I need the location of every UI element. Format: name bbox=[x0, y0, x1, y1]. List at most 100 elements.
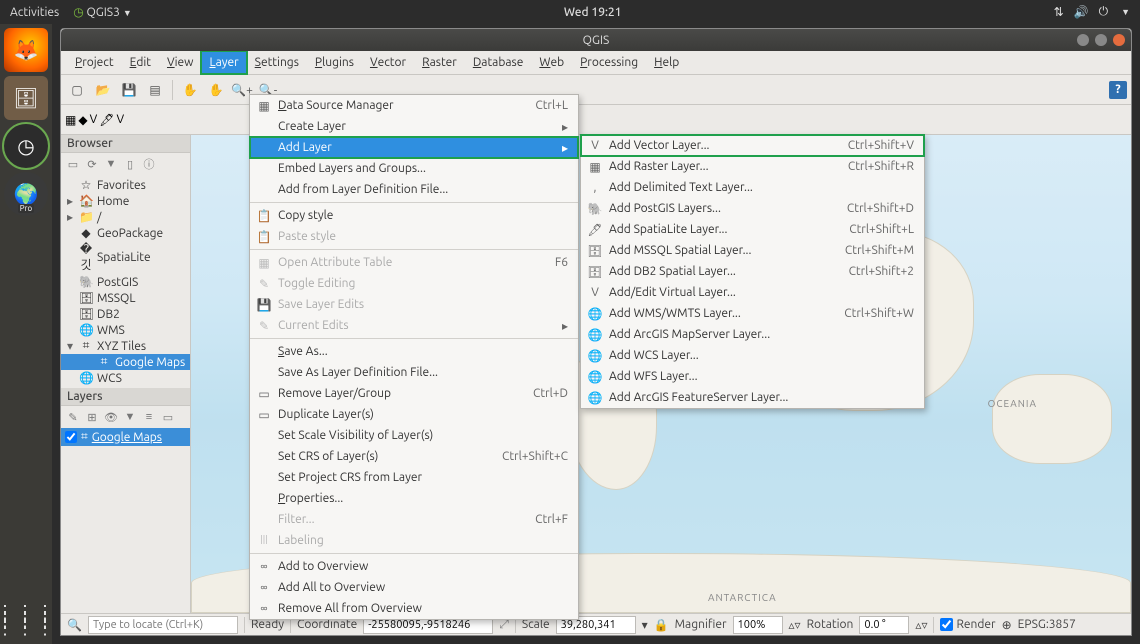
menu-plugins[interactable]: Plugins bbox=[307, 51, 362, 74]
browser-item--[interactable]: ▸📁/ bbox=[61, 209, 190, 225]
menu-database[interactable]: Database bbox=[465, 51, 532, 74]
layers-visibility-icon[interactable]: 👁 bbox=[103, 409, 119, 425]
sound-icon[interactable]: 🔊 bbox=[1074, 5, 1089, 19]
menu-item-add-delimited-text-layer[interactable]: ,Add Delimited Text Layer... bbox=[581, 177, 924, 198]
layers-remove-icon[interactable]: ▭ bbox=[160, 409, 176, 425]
menu-item-save-as-layer-definition-file[interactable]: Save As Layer Definition File... bbox=[250, 362, 578, 383]
lock-icon[interactable]: 🔒 bbox=[654, 618, 669, 632]
menu-view[interactable]: View bbox=[159, 51, 201, 74]
new-print-layout-icon[interactable]: ▤ bbox=[143, 78, 167, 102]
window-maximize[interactable] bbox=[1095, 34, 1107, 46]
menu-item-save-as[interactable]: Save As... bbox=[250, 341, 578, 362]
browser-item-postgis[interactable]: 🐘PostGIS bbox=[61, 274, 190, 290]
menu-item-remove-all-from-overview[interactable]: ∞Remove All from Overview bbox=[250, 598, 578, 619]
menu-web[interactable]: Web bbox=[531, 51, 572, 74]
menu-item-add-postgis-layers[interactable]: 🐘Add PostGIS Layers...Ctrl+Shift+D bbox=[581, 198, 924, 219]
browser-add-icon[interactable]: ▭ bbox=[65, 156, 81, 172]
menu-item-add-edit-virtual-layer[interactable]: VAdd/Edit Virtual Layer... bbox=[581, 282, 924, 303]
menu-vector[interactable]: Vector bbox=[362, 51, 414, 74]
render-checkbox[interactable]: Render bbox=[940, 618, 995, 631]
menu-raster[interactable]: Raster bbox=[414, 51, 465, 74]
menu-item-add-layer[interactable]: Add Layer▸ bbox=[250, 137, 578, 158]
menu-item-add-to-overview[interactable]: ∞Add to Overview bbox=[250, 556, 578, 577]
browser-collapse-icon[interactable]: ▯ bbox=[122, 156, 138, 172]
save-project-icon[interactable]: 💾 bbox=[117, 78, 141, 102]
menu-item-set-project-crs-from-layer[interactable]: Set Project CRS from Layer bbox=[250, 467, 578, 488]
launcher-google-earth[interactable]: 🌍Pro bbox=[4, 172, 48, 216]
browser-item-xyz-tiles[interactable]: ▾⌗XYZ Tiles bbox=[61, 338, 190, 354]
menu-item-set-crs-of-layer-s[interactable]: Set CRS of Layer(s)Ctrl+Shift+C bbox=[250, 446, 578, 467]
menu-item-data-source-manager[interactable]: ▦Data Source ManagerCtrl+L bbox=[250, 95, 578, 116]
menu-item-add-db2-spatial-layer[interactable]: 🗄Add DB2 Spatial Layer...Ctrl+Shift+2 bbox=[581, 261, 924, 282]
browser-item-wcs[interactable]: 🌐WCS bbox=[61, 370, 190, 386]
menu-item-add-spatialite-layer[interactable]: 🖋Add SpatiaLite Layer...Ctrl+Shift+L bbox=[581, 219, 924, 240]
menu-layer[interactable]: Layer bbox=[201, 51, 246, 74]
layers-filter-icon[interactable]: ▼ bbox=[122, 409, 138, 425]
locator-input[interactable] bbox=[88, 616, 238, 634]
menu-project[interactable]: Project bbox=[67, 51, 122, 74]
menu-item-remove-layer-group[interactable]: ▭Remove Layer/GroupCtrl+D bbox=[250, 383, 578, 404]
rotation-value[interactable] bbox=[859, 616, 909, 634]
browser-properties-icon[interactable]: ⓘ bbox=[141, 156, 157, 172]
stepper-icon[interactable]: ▵▿ bbox=[789, 618, 801, 632]
clock[interactable]: Wed 19:21 bbox=[132, 6, 1054, 19]
layers-style-icon[interactable]: ✎ bbox=[65, 409, 81, 425]
magnifier-value[interactable] bbox=[733, 616, 783, 634]
new-shapefile-icon[interactable]: V bbox=[90, 113, 98, 126]
layers-list[interactable]: ⌗Google Maps bbox=[61, 428, 190, 446]
browser-item-favorites[interactable]: ☆Favorites bbox=[61, 177, 190, 193]
menu-help[interactable]: Help bbox=[646, 51, 687, 74]
pan-to-selection-icon[interactable]: ✋ bbox=[204, 78, 228, 102]
menu-settings[interactable]: Settings bbox=[247, 51, 307, 74]
menu-item-add-arcgis-featureserver-layer[interactable]: 🌐Add ArcGIS FeatureServer Layer... bbox=[581, 387, 924, 408]
app-menu[interactable]: ◷ QGIS3▼ bbox=[73, 5, 132, 19]
browser-item-mssql[interactable]: 🗄MSSQL bbox=[61, 290, 190, 306]
new-spatialite-icon[interactable]: 🖋 bbox=[99, 113, 114, 127]
browser-item-google-maps[interactable]: ⌗Google Maps bbox=[61, 354, 190, 370]
data-source-manager-icon[interactable]: ▦ bbox=[65, 113, 76, 127]
menu-item-add-raster-layer[interactable]: ▦Add Raster Layer...Ctrl+Shift+R bbox=[581, 156, 924, 177]
menu-item-create-layer[interactable]: Create Layer▸ bbox=[250, 116, 578, 137]
menu-item-add-arcgis-mapserver-layer[interactable]: 🌐Add ArcGIS MapServer Layer... bbox=[581, 324, 924, 345]
window-minimize[interactable] bbox=[1077, 34, 1089, 46]
launcher-files[interactable]: 🗄 bbox=[4, 76, 48, 120]
layer-item-google-maps[interactable]: ⌗Google Maps bbox=[61, 428, 190, 446]
browser-item-spatialite[interactable]: �깃SpatiaLite bbox=[61, 241, 190, 274]
menu-item-add-from-layer-definition-file[interactable]: Add from Layer Definition File... bbox=[250, 179, 578, 200]
menu-item-add-mssql-spatial-layer[interactable]: 🗄Add MSSQL Spatial Layer...Ctrl+Shift+M bbox=[581, 240, 924, 261]
menu-item-add-all-to-overview[interactable]: ∞Add All to Overview bbox=[250, 577, 578, 598]
layers-add-group-icon[interactable]: ⊞ bbox=[84, 409, 100, 425]
browser-refresh-icon[interactable]: ⟳ bbox=[84, 156, 100, 172]
launcher-firefox[interactable]: 🦊 bbox=[4, 28, 48, 72]
chevron-down-icon[interactable]: ▾ bbox=[642, 618, 648, 632]
menu-processing[interactable]: Processing bbox=[572, 51, 646, 74]
menu-item-set-scale-visibility-of-layer-s[interactable]: Set Scale Visibility of Layer(s) bbox=[250, 425, 578, 446]
menu-item-add-wfs-layer[interactable]: 🌐Add WFS Layer... bbox=[581, 366, 924, 387]
menu-item-add-wcs-layer[interactable]: 🌐Add WCS Layer... bbox=[581, 345, 924, 366]
menu-item-add-wms-wmts-layer[interactable]: 🌐Add WMS/WMTS Layer...Ctrl+Shift+W bbox=[581, 303, 924, 324]
crs-value[interactable]: EPSG:3857 bbox=[1018, 618, 1076, 631]
power-icon[interactable]: ⏻ bbox=[1099, 5, 1109, 19]
open-project-icon[interactable]: 📂 bbox=[91, 78, 115, 102]
activities-button[interactable]: Activities bbox=[10, 6, 59, 19]
browser-item-geopackage[interactable]: ◆GeoPackage bbox=[61, 225, 190, 241]
new-project-icon[interactable]: ▢ bbox=[65, 78, 89, 102]
network-icon[interactable]: ⇅ bbox=[1054, 5, 1064, 19]
browser-item-db2[interactable]: 🗄DB2 bbox=[61, 306, 190, 322]
launcher-apps-grid[interactable]: ⋮⋮⋮⋮⋮⋮⋮⋮⋮ bbox=[0, 608, 56, 632]
menu-item-embed-layers-and-groups[interactable]: Embed Layers and Groups... bbox=[250, 158, 578, 179]
crs-icon[interactable]: ⊕ bbox=[1002, 618, 1012, 632]
new-geopackage-icon[interactable]: ◆ bbox=[78, 113, 87, 127]
window-close[interactable] bbox=[1113, 34, 1125, 46]
launcher-qgis[interactable]: ◷ bbox=[4, 124, 48, 168]
help-icon[interactable]: ? bbox=[1109, 81, 1127, 99]
menu-item-add-vector-layer[interactable]: VAdd Vector Layer...Ctrl+Shift+V bbox=[581, 135, 924, 156]
stepper-icon[interactable]: ▵▿ bbox=[915, 618, 927, 632]
menu-item-duplicate-layer-s[interactable]: ▭Duplicate Layer(s) bbox=[250, 404, 578, 425]
browser-filter-icon[interactable]: ▼ bbox=[103, 156, 119, 172]
browser-item-home[interactable]: ▸🏠Home bbox=[61, 193, 190, 209]
browser-item-wms[interactable]: 🌐WMS bbox=[61, 322, 190, 338]
browser-tree[interactable]: ☆Favorites▸🏠Home▸📁/◆GeoPackage�깃SpatiaLi… bbox=[61, 175, 190, 388]
menu-item-properties[interactable]: Properties... bbox=[250, 488, 578, 509]
menu-item-copy-style[interactable]: 📋Copy style bbox=[250, 205, 578, 226]
